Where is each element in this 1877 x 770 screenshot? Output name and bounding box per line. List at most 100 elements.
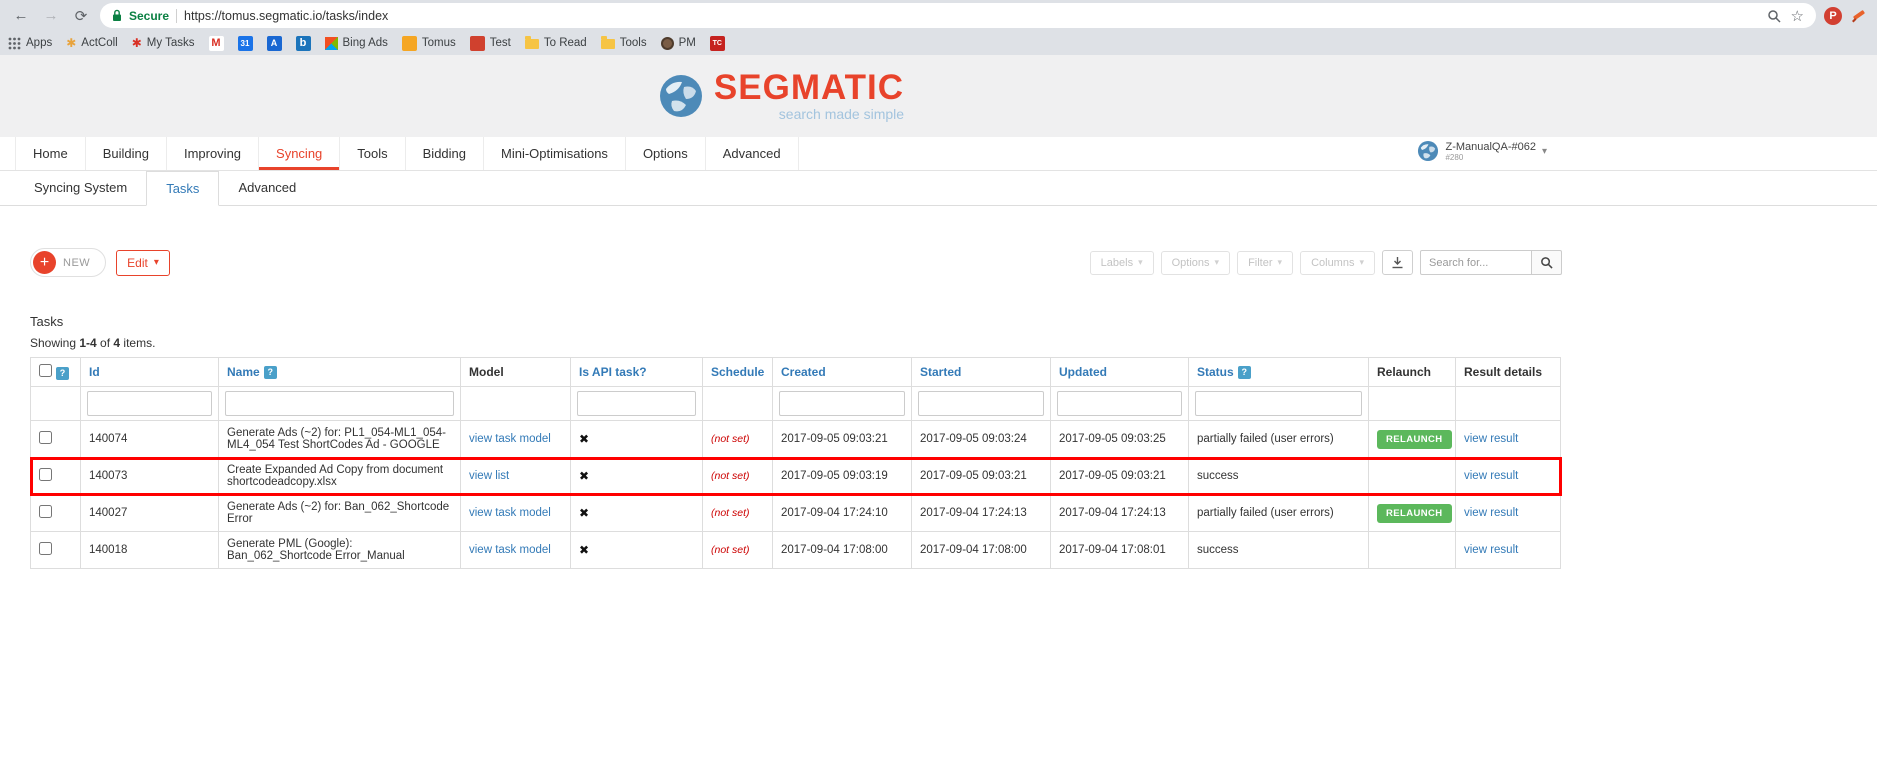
column-header-model: Model	[469, 365, 504, 379]
nav-improving[interactable]: Improving	[167, 137, 260, 170]
nav-building[interactable]: Building	[86, 137, 167, 170]
logo-name: SEGMATIC	[713, 68, 905, 107]
bookmark-tools[interactable]: Tools	[600, 36, 647, 49]
subnav-syncing-system[interactable]: Syncing System	[15, 171, 146, 205]
bookmark-star-icon[interactable]: ☆	[1791, 7, 1804, 25]
back-icon[interactable]: ←	[10, 7, 32, 24]
column-header-status[interactable]: Status	[1197, 365, 1234, 379]
columns-button[interactable]: Columns	[1300, 250, 1375, 275]
bookmark-calendar[interactable]: 31	[237, 35, 253, 51]
task-name: Create Expanded Ad Copy from document sh…	[218, 457, 461, 495]
row-checkbox[interactable]	[39, 468, 52, 481]
select-all-checkbox[interactable]	[39, 364, 52, 377]
column-header-updated[interactable]: Updated	[1059, 365, 1107, 379]
created-value: 2017-09-04 17:08:00	[772, 531, 912, 569]
column-header-name[interactable]: Name	[227, 365, 260, 379]
column-header-result-details: Result details	[1464, 365, 1543, 379]
help-icon[interactable]	[56, 367, 69, 380]
view-list-link[interactable]: view list	[469, 470, 509, 482]
bookmark-bing-ads[interactable]: Bing Ads	[324, 36, 388, 50]
cross-icon: ✖	[579, 506, 590, 520]
column-header-id[interactable]: Id	[89, 365, 100, 379]
user-globe-icon	[1418, 140, 1439, 162]
refresh-icon[interactable]: ⟳	[70, 7, 92, 25]
extension-pen-icon[interactable]	[1850, 7, 1867, 24]
row-checkbox[interactable]	[39, 431, 52, 444]
subnav-advanced[interactable]: Advanced	[219, 171, 315, 205]
export-button[interactable]	[1382, 250, 1413, 275]
chevron-down-icon	[1359, 257, 1364, 268]
bookmark-to-read[interactable]: To Read	[524, 36, 587, 49]
view-task-model-link[interactable]: view task model	[469, 544, 551, 556]
started-value: 2017-09-05 09:03:24	[911, 420, 1051, 458]
user-id: #280	[1445, 152, 1464, 162]
created-value: 2017-09-05 09:03:19	[772, 457, 912, 495]
nav-bidding[interactable]: Bidding	[406, 137, 485, 170]
filter-started-input[interactable]	[918, 391, 1044, 416]
zoom-icon[interactable]	[1767, 9, 1781, 23]
search-button[interactable]	[1532, 250, 1562, 275]
filter-id-input[interactable]	[87, 391, 212, 416]
address-bar[interactable]: Secure https://tomus.segmatic.io/tasks/i…	[100, 3, 1816, 28]
subnav-tasks[interactable]: Tasks	[146, 171, 220, 206]
bing-icon: b	[295, 35, 311, 51]
filter-updated-input[interactable]	[1057, 391, 1182, 416]
tc-icon: TC	[709, 35, 725, 51]
labels-button[interactable]: Labels	[1089, 250, 1154, 275]
grid-toolbar: NEW Edit Labels Options Filter Columns	[30, 248, 1562, 277]
help-icon[interactable]	[1237, 366, 1251, 379]
bookmark-analytics[interactable]: A	[266, 35, 282, 51]
schedule-value: (not set)	[711, 544, 750, 556]
filter-created-input[interactable]	[779, 391, 905, 416]
relaunch-button[interactable]: RELAUNCH	[1377, 429, 1452, 449]
view-result-link[interactable]: view result	[1464, 544, 1518, 556]
options-button[interactable]: Options	[1160, 250, 1231, 275]
new-button[interactable]: NEW	[30, 248, 107, 277]
filter-button[interactable]: Filter	[1237, 250, 1294, 275]
view-result-link[interactable]: view result	[1464, 470, 1518, 482]
filter-name-input[interactable]	[225, 391, 454, 416]
user-menu[interactable]: Z-ManualQA-#062 #280	[1417, 140, 1547, 162]
row-checkbox[interactable]	[39, 542, 52, 555]
nav-advanced[interactable]: Advanced	[706, 137, 799, 170]
help-icon[interactable]	[263, 366, 277, 379]
bookmark-apps[interactable]: Apps	[8, 37, 52, 50]
status-value: partially failed (user errors)	[1188, 420, 1369, 458]
search-input[interactable]	[1420, 250, 1532, 275]
bookmark-bing[interactable]: b	[295, 35, 311, 51]
view-task-model-link[interactable]: view task model	[469, 433, 551, 445]
nav-mini-optimisations[interactable]: Mini-Optimisations	[484, 137, 626, 170]
nav-options[interactable]: Options	[626, 137, 706, 170]
view-task-model-link[interactable]: view task model	[469, 507, 551, 519]
page-title: Tasks	[30, 314, 64, 329]
tomus-icon	[401, 35, 417, 51]
chevron-down-icon	[1542, 146, 1547, 157]
relaunch-button[interactable]: RELAUNCH	[1377, 503, 1452, 523]
nav-tools[interactable]: Tools	[340, 137, 406, 170]
view-result-link[interactable]: view result	[1464, 433, 1518, 445]
bookmark-test[interactable]: Test	[469, 35, 511, 51]
filter-is-api-task-input[interactable]	[577, 391, 696, 416]
bookmark-actcoll[interactable]: ActColl	[66, 36, 117, 50]
bookmark-tc[interactable]: TC	[709, 35, 725, 51]
filter-status-input[interactable]	[1195, 391, 1362, 416]
bookmark-pm[interactable]: PM	[660, 36, 696, 50]
column-header-is-api-task[interactable]: Is API task?	[579, 365, 647, 379]
row-checkbox[interactable]	[39, 505, 52, 518]
nav-home[interactable]: Home	[15, 137, 86, 170]
updated-value: 2017-09-05 09:03:21	[1050, 457, 1189, 495]
column-header-schedule[interactable]: Schedule	[711, 365, 764, 379]
bookmark-my-tasks[interactable]: My Tasks	[132, 36, 195, 50]
task-name: Generate Ads (~2) for: PL1_054-ML1_054-M…	[218, 420, 461, 458]
bookmark-tomus[interactable]: Tomus	[401, 35, 456, 51]
extension-p-icon[interactable]: P	[1824, 6, 1842, 25]
edit-button[interactable]: Edit	[116, 249, 170, 276]
column-header-created[interactable]: Created	[781, 365, 826, 379]
nav-syncing[interactable]: Syncing	[259, 137, 341, 170]
task-name: Generate PML (Google): Ban_062_Shortcode…	[218, 531, 461, 569]
view-result-link[interactable]: view result	[1464, 507, 1518, 519]
bookmark-gmail[interactable]: M	[208, 35, 224, 51]
column-header-started[interactable]: Started	[920, 365, 961, 379]
task-id: 140074	[80, 420, 219, 458]
forward-icon[interactable]: →	[40, 7, 62, 24]
